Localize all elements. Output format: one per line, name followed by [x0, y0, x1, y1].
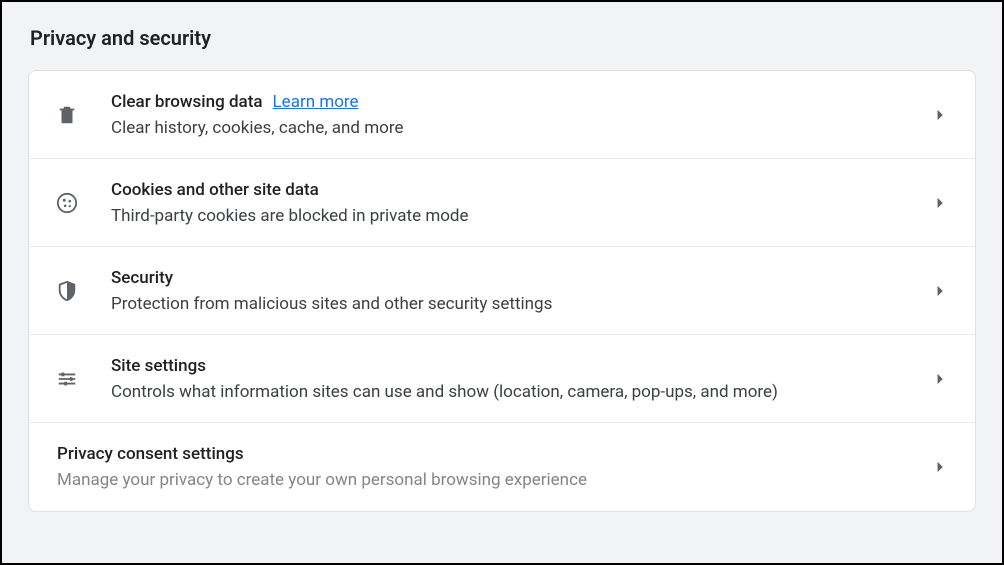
shield-icon	[53, 277, 81, 305]
row-cookies[interactable]: Cookies and other site data Third-party …	[29, 159, 975, 247]
row-subtitle: Third-party cookies are blocked in priva…	[111, 206, 931, 226]
row-title: Cookies and other site data	[111, 180, 931, 200]
row-subtitle: Clear history, cookies, cache, and more	[111, 118, 931, 138]
row-privacy-consent[interactable]: Privacy consent settings Manage your pri…	[29, 423, 975, 511]
row-title: Privacy consent settings	[57, 444, 931, 464]
trash-icon	[53, 101, 81, 129]
row-site-settings[interactable]: Site settings Controls what information …	[29, 335, 975, 423]
chevron-right-icon	[931, 105, 951, 125]
row-subtitle: Protection from malicious sites and othe…	[111, 294, 931, 314]
chevron-right-icon	[931, 369, 951, 389]
row-title: Site settings	[111, 356, 931, 376]
row-security[interactable]: Security Protection from malicious sites…	[29, 247, 975, 335]
row-clear-browsing-data[interactable]: Clear browsing data Learn more Clear his…	[29, 71, 975, 159]
chevron-right-icon	[931, 457, 951, 477]
chevron-right-icon	[931, 281, 951, 301]
sliders-icon	[53, 365, 81, 393]
page-title: Privacy and security	[2, 26, 1002, 70]
learn-more-link[interactable]: Learn more	[273, 92, 359, 112]
chevron-right-icon	[931, 193, 951, 213]
privacy-security-panel: Privacy and security Clear browsing data…	[2, 2, 1002, 512]
row-subtitle: Manage your privacy to create your own p…	[57, 470, 931, 490]
row-subtitle: Controls what information sites can use …	[111, 382, 931, 402]
cookie-icon	[53, 189, 81, 217]
row-title: Clear browsing data	[111, 92, 263, 112]
row-title: Security	[111, 268, 931, 288]
settings-card: Clear browsing data Learn more Clear his…	[28, 70, 976, 512]
